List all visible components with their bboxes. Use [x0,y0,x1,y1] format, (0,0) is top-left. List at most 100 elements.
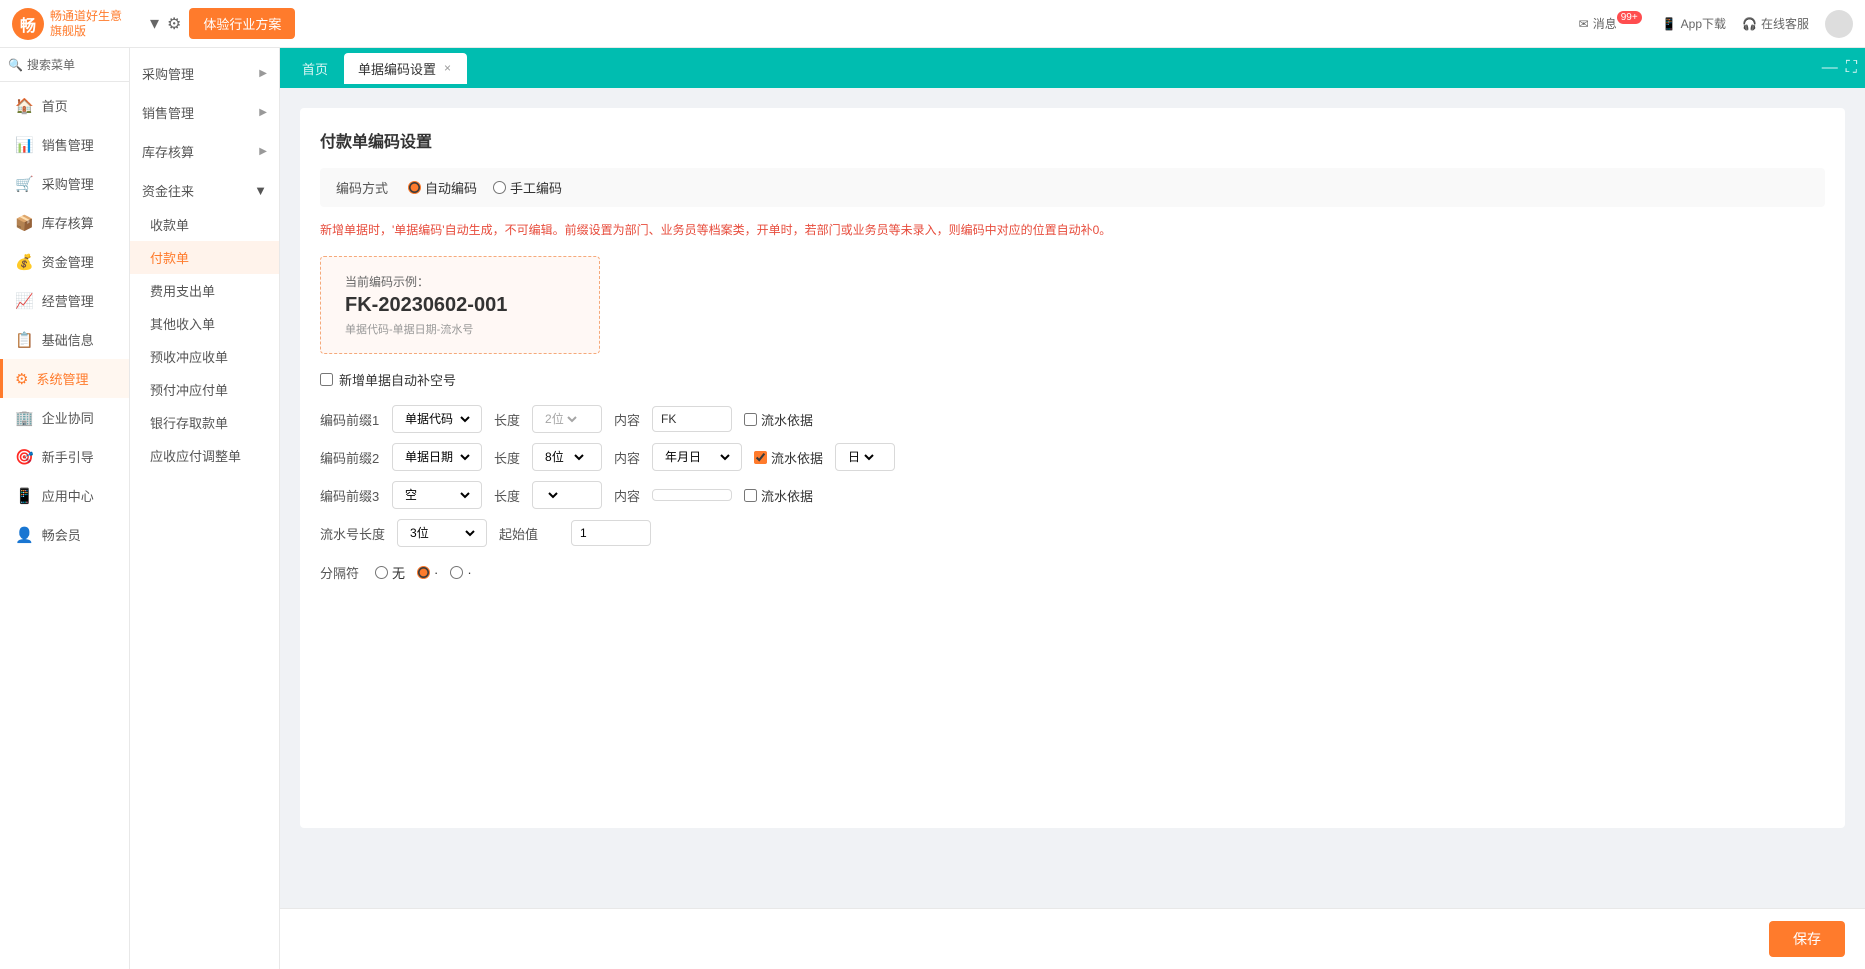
sidebar-item-enterprise[interactable]: 🏢 企业协同 [0,398,129,437]
sub-group-sales-toggle[interactable]: 销售管理 ▶ [130,95,279,130]
app-download-item[interactable]: 📱 App下载 [1662,15,1726,32]
length1-label: 长度 [494,410,520,429]
prefix1-select[interactable]: 单据代码 单据日期 空 部门 业务员 [401,411,473,427]
content2-select-wrapper[interactable]: 年月日 年月 年 [652,443,742,471]
header-dropdown-btn[interactable]: ▾ [150,13,159,34]
sub-child-receipt[interactable]: 收款单 [130,208,279,241]
bottom-bar: 保存 [280,908,1865,969]
preview-box: 当前编码示例： FK-20230602-001 单据代码-单据日期-流水号 [320,256,600,354]
sidebar-item-newbie[interactable]: 🎯 新手引导 [0,437,129,476]
prefix2-select-wrapper[interactable]: 单据代码 单据日期 空 部门 业务员 [392,443,482,471]
sep-dot2-radio[interactable] [450,566,463,579]
sub-child-adjust[interactable]: 应收应付调整单 [130,439,279,472]
tab-maximize-btn[interactable]: ⛶ [1846,59,1857,77]
sidebar-item-appcenter[interactable]: 📱 应用中心 [0,476,129,515]
sidebar-item-sales[interactable]: 📊 销售管理 [0,125,129,164]
sidebar-search[interactable]: 🔍 搜索菜单 [0,48,129,82]
sub-child-other-income[interactable]: 其他收入单 [130,307,279,340]
sidebar: 🔍 搜索菜单 🏠 首页 📊 销售管理 🛒 采购管理 📦 库存核算 💰 [0,48,130,969]
prefix1-label: 编码前缀1 [320,410,380,429]
sub-group-inventory-toggle[interactable]: 库存核算 ▶ [130,134,279,169]
save-button[interactable]: 保存 [1769,921,1845,957]
prefix2-select[interactable]: 单据代码 单据日期 空 部门 业务员 [401,449,473,465]
tab-actions: — ⛶ [1822,59,1857,77]
app-layout: 🔍 搜索菜单 🏠 首页 📊 销售管理 🛒 采购管理 📦 库存核算 💰 [0,48,1865,969]
prefix1-select-wrapper[interactable]: 单据代码 单据日期 空 部门 业务员 [392,405,482,433]
operation-icon: 📈 [15,292,34,310]
sub-group-fund-toggle[interactable]: 资金往来 ▼ [130,173,279,208]
sidebar-item-home[interactable]: 🏠 首页 [0,86,129,125]
tab-minimize-btn[interactable]: — [1822,59,1838,77]
auto-code-option[interactable]: 自动编码 [408,178,477,197]
sidebar-item-finance[interactable]: 💰 资金管理 [0,242,129,281]
trial-button[interactable]: 体验行业方案 [189,8,295,39]
info-text: 新增单据时，'单据编码'自动生成，不可编辑。前缀设置为部门、业务员等档案类，开单… [320,221,1825,240]
stream3-checkbox[interactable] [744,489,757,502]
stream1-checkbox[interactable] [744,413,757,426]
preview-code: FK-20230602-001 [345,294,575,317]
avatar[interactable] [1825,10,1853,38]
stream3-checkbox-label[interactable]: 流水依据 [744,486,813,505]
sep-dot2-option[interactable]: · [450,565,471,580]
manual-code-option[interactable]: 手工编码 [493,178,562,197]
sub-child-pre-payment[interactable]: 预付冲应付单 [130,373,279,406]
serial-length-select-wrapper[interactable]: 3位 4位 5位 6位 [397,519,487,547]
newbie-icon: 🎯 [15,448,34,466]
length3-select[interactable] [541,487,561,503]
inventory-icon: 📦 [15,214,34,232]
separator-options: 无 · · [375,563,472,582]
sub-child-payment[interactable]: 付款单 [130,241,279,274]
sep-none-option[interactable]: 无 [375,563,405,582]
sidebar-item-inventory[interactable]: 📦 库存核算 [0,203,129,242]
sidebar-item-operation[interactable]: 📈 经营管理 [0,281,129,320]
sidebar-item-purchase[interactable]: 🛒 采购管理 [0,164,129,203]
message-label: 消息 [1593,15,1617,32]
sub-group-inventory: 库存核算 ▶ [130,134,279,169]
stream2-label: 流水依据 [771,448,823,467]
stream2-checkbox[interactable] [754,451,767,464]
manual-code-radio[interactable] [493,181,506,194]
message-item[interactable]: ✉ 消息 99+ [1579,15,1646,32]
prefix3-label: 编码前缀3 [320,486,380,505]
sidebar-item-member[interactable]: 👤 畅会员 [0,515,129,554]
sidebar-item-system[interactable]: ⚙ 系统管理 [0,359,129,398]
message-icon: ✉ [1579,17,1589,31]
auto-fill-checkbox[interactable] [320,373,333,386]
content2-select[interactable]: 年月日 年月 年 [661,449,733,465]
sep-dot-radio[interactable] [417,566,430,579]
sidebar-label-basic: 基础信息 [42,330,94,349]
content3-label: 内容 [614,486,640,505]
stream2-checkbox-label[interactable]: 流水依据 [754,448,823,467]
enterprise-icon: 🏢 [15,409,34,427]
sidebar-item-basic[interactable]: 📋 基础信息 [0,320,129,359]
length3-select-wrapper[interactable] [532,481,602,509]
tab-encode-setting[interactable]: 单据编码设置 × [344,53,467,84]
stream1-checkbox-label[interactable]: 流水依据 [744,410,813,429]
sales-arrow: ▶ [259,107,267,118]
header-right: ✉ 消息 99+ 📱 App下载 🎧 在线客服 [1579,10,1853,38]
auto-code-radio[interactable] [408,181,421,194]
prefix-row-3: 编码前缀3 单据代码 单据日期 空 部门 业务员 长度 [320,481,1825,509]
sub-child-bank[interactable]: 银行存取款单 [130,406,279,439]
sep-dot-option[interactable]: · [417,565,438,580]
tab-home[interactable]: 首页 [288,53,342,84]
serial-length-select[interactable]: 3位 4位 5位 6位 [406,525,478,541]
sep-none-label: 无 [392,563,405,582]
prefix3-select[interactable]: 单据代码 单据日期 空 部门 业务员 [401,487,473,503]
sub-group-purchase-toggle[interactable]: 采购管理 ▶ [130,56,279,91]
online-service-item[interactable]: 🎧 在线客服 [1742,15,1809,32]
prefix3-select-wrapper[interactable]: 单据代码 单据日期 空 部门 业务员 [392,481,482,509]
tab-close-btn[interactable]: × [442,61,453,75]
length2-select[interactable]: 4位 6位 8位 10位 [541,449,587,465]
sep-none-radio[interactable] [375,566,388,579]
sub-child-expense[interactable]: 费用支出单 [130,274,279,307]
day-select[interactable]: 日 月 年 [844,449,877,465]
auto-fill-row: 新增单据自动补空号 [320,370,1825,389]
content-panel: 付款单编码设置 编码方式 自动编码 手工编码 [300,108,1845,828]
sub-child-pre-receipt[interactable]: 预收冲应收单 [130,340,279,373]
header-settings-btn[interactable]: ⚙ [167,14,181,34]
day-select-wrapper[interactable]: 日 月 年 [835,443,895,471]
auto-fill-label[interactable]: 新增单据自动补空号 [339,370,456,389]
start-value-input[interactable] [571,520,651,546]
length2-select-wrapper[interactable]: 4位 6位 8位 10位 [532,443,602,471]
